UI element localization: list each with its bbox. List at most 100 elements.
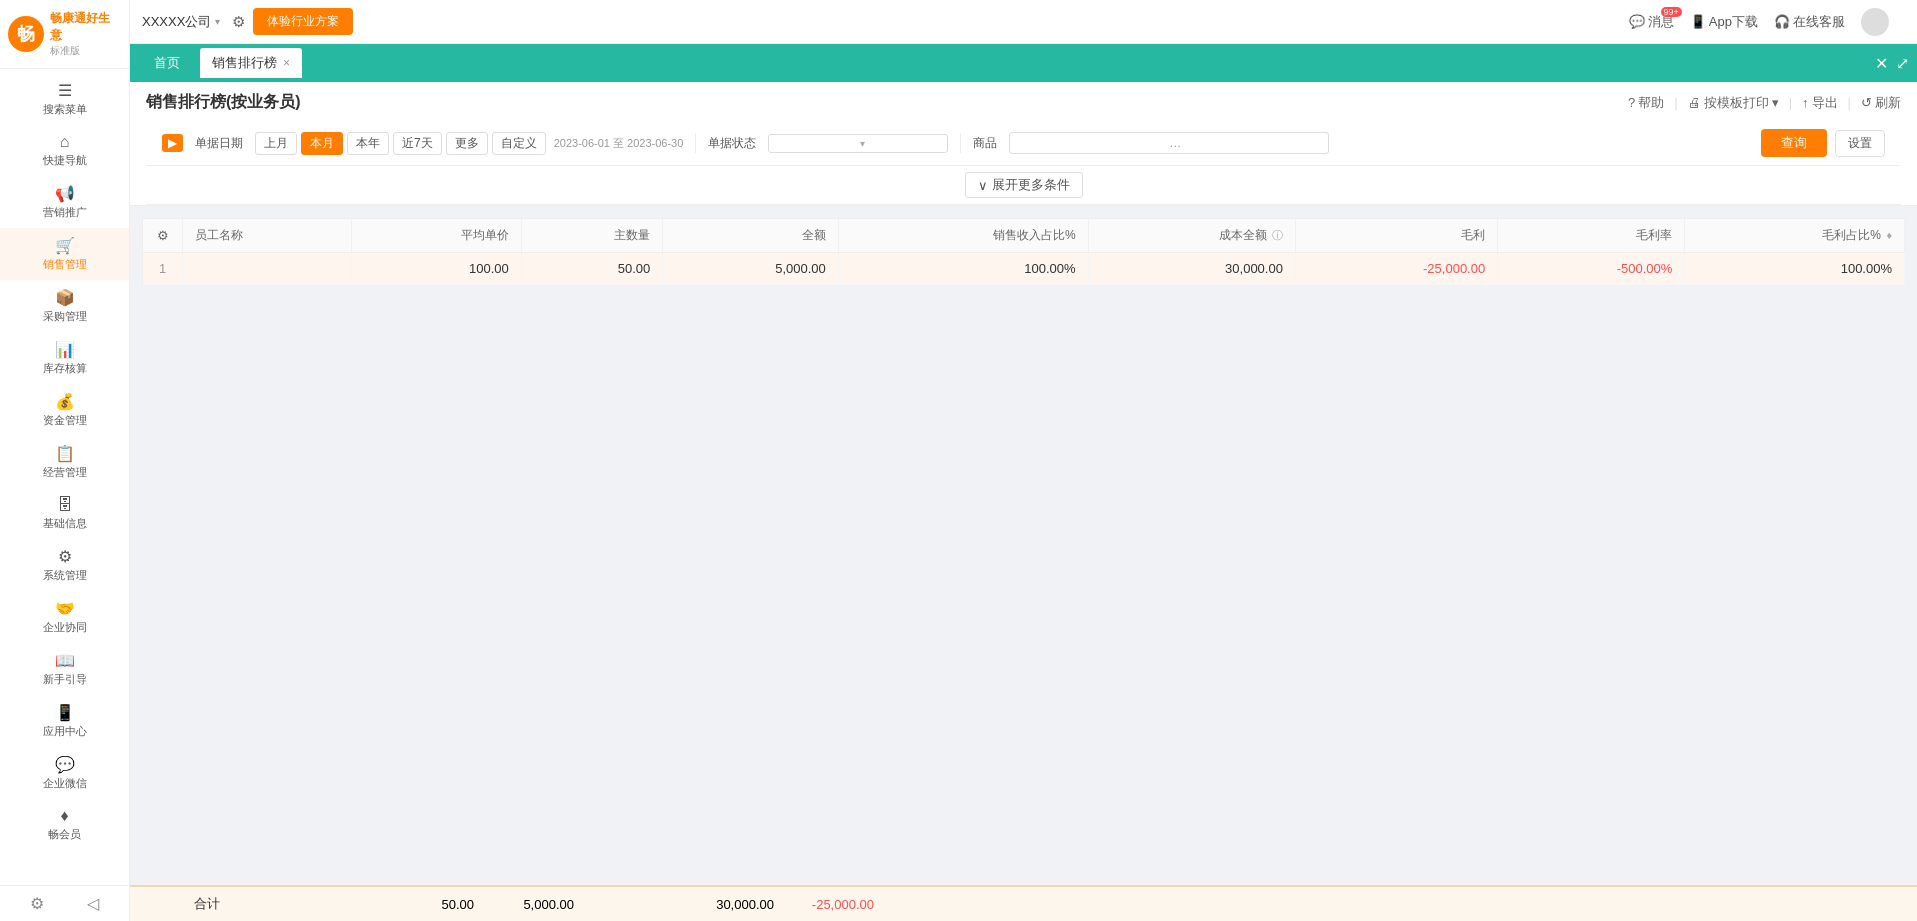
nav-icon-6: 💰	[55, 392, 75, 411]
gross-pct-info-icon[interactable]: ♦	[1886, 229, 1892, 241]
sidebar-item-13[interactable]: 💬企业微信	[0, 747, 129, 799]
date-btn-current-month[interactable]: 本月	[301, 132, 343, 155]
nav-icon-0: ☰	[58, 81, 72, 100]
nav-label-10: 企业协同	[43, 620, 87, 635]
cell-rank: 1	[143, 253, 183, 285]
nav-label-13: 企业微信	[43, 776, 87, 791]
nav-label-3: 销售管理	[43, 257, 87, 272]
topbar-gear-icon[interactable]: ⚙	[232, 13, 245, 31]
avatar[interactable]	[1861, 8, 1889, 36]
date-btn-more[interactable]: 更多	[446, 132, 488, 155]
tabbar: 首页 销售排行榜 × ✕ ⤢	[130, 44, 1917, 82]
nav-label-11: 新手引导	[43, 672, 87, 687]
refresh-link[interactable]: ↺ 刷新	[1861, 94, 1901, 112]
tab-sales-ranking[interactable]: 销售排行榜 ×	[200, 48, 302, 78]
filter-separator	[695, 133, 696, 153]
date-btn-last-month[interactable]: 上月	[255, 132, 297, 155]
tab-home[interactable]: 首页	[138, 44, 196, 82]
expand-more-button[interactable]: ∨ 展开更多条件	[965, 172, 1083, 198]
nav-icon-12: 📱	[55, 703, 75, 722]
tabbar-right: ✕ ⤢	[1875, 54, 1909, 73]
nav-icon-2: 📢	[55, 184, 75, 203]
table-body: 1 100.00 50.00 5,000.00 100.00% 30,000.0…	[143, 253, 1905, 285]
export-link[interactable]: ↑ 导出	[1802, 94, 1838, 112]
filter-separator-2	[960, 133, 961, 153]
cell-gross-pct: 100.00%	[1685, 253, 1905, 285]
col-settings[interactable]: ⚙	[143, 219, 183, 253]
nav-label-0: 搜索菜单	[43, 102, 87, 117]
tab-close-all-icon[interactable]: ✕	[1875, 54, 1888, 73]
sidebar-item-6[interactable]: 💰资金管理	[0, 384, 129, 436]
cost-info-icon[interactable]: ⓘ	[1272, 229, 1283, 241]
sidebar-footer: ⚙ ◁	[0, 885, 129, 921]
col-qty: 主数量	[521, 219, 663, 253]
goods-select[interactable]: …	[1009, 132, 1329, 154]
sidebar-item-4[interactable]: 📦 采购管理	[0, 280, 129, 332]
date-btn-current-year[interactable]: 本年	[347, 132, 389, 155]
company-selector[interactable]: XXXXX公司 ▾	[142, 13, 220, 31]
tab-expand-icon[interactable]: ⤢	[1896, 54, 1909, 73]
col-settings-icon[interactable]: ⚙	[157, 228, 169, 243]
sidebar-logo: 畅 畅康通好生意 标准版	[0, 0, 129, 69]
status-select[interactable]: ▾	[768, 134, 948, 153]
sidebar-item-14[interactable]: ♦ 畅会员	[0, 799, 129, 850]
cell-gross: -25,000.00	[1295, 253, 1497, 285]
nav-icon-3: 🛒	[55, 236, 75, 255]
export-icon: ↑	[1802, 95, 1809, 110]
col-total: 全额	[663, 219, 838, 253]
sidebar-item-2[interactable]: 📢营销推广	[0, 176, 129, 228]
sidebar-item-0[interactable]: ☰ 搜索菜单	[0, 73, 129, 125]
sidebar-item-10[interactable]: 🤝企业协同	[0, 591, 129, 643]
total-cost: 30,000.00	[674, 897, 774, 912]
refresh-icon: ↺	[1861, 95, 1872, 110]
sidebar-item-12[interactable]: 📱应用中心	[0, 695, 129, 747]
nav-label-4: 采购管理	[43, 309, 87, 324]
sidebar-item-11[interactable]: 📖新手引导	[0, 643, 129, 695]
expand-row: ∨ 展开更多条件	[146, 166, 1901, 205]
goods-dots-icon[interactable]: …	[1169, 136, 1320, 150]
query-button[interactable]: 查询	[1761, 129, 1827, 157]
download-icon: 📱	[1690, 14, 1706, 29]
nav-icon-4: 📦	[55, 288, 75, 307]
cell-revenue-pct: 100.00%	[838, 253, 1088, 285]
nav-icon-14: ♦	[60, 807, 68, 825]
filter-toggle-icon[interactable]: ▶	[162, 134, 183, 152]
date-range-display: 2023-06-01 至 2023-06-30	[554, 136, 684, 151]
page-title-row: 销售排行榜(按业务员) ? 帮助 | 🖨 按模板打印 ▾ | ↑	[146, 92, 1901, 113]
nav-icon-9: ⚙	[58, 547, 72, 566]
main-area: XXXXX公司 ▾ ⚙ 体验行业方案 💬 消息 99+ 📱 App下载 🎧 在线…	[130, 0, 1917, 921]
col-cost: 成本全额 ⓘ	[1088, 219, 1295, 253]
settings-button[interactable]: 设置	[1835, 130, 1885, 157]
sidebar-nav: ☰ 搜索菜单 ⌂快捷导航📢营销推广 🛒 销售管理 📦 采购管理 📊库存核算💰资金管理📋经营管理…	[0, 69, 129, 885]
sidebar-item-8[interactable]: 🗄基础信息	[0, 488, 129, 539]
collapse-icon[interactable]: ◁	[87, 894, 99, 913]
date-label: 单据日期	[195, 135, 243, 152]
goods-label: 商品	[973, 135, 997, 152]
cell-total: 5,000.00	[663, 253, 838, 285]
help-link[interactable]: ? 帮助	[1628, 94, 1664, 112]
nav-icon-5: 📊	[55, 340, 75, 359]
settings-footer-icon[interactable]: ⚙	[30, 894, 44, 913]
nav-label-14: 畅会员	[48, 827, 81, 842]
online-service-item[interactable]: 🎧 在线客服	[1774, 13, 1845, 31]
sidebar-item-1[interactable]: ⌂快捷导航	[0, 125, 129, 176]
col-gross-rate: 毛利率	[1498, 219, 1685, 253]
message-item[interactable]: 💬 消息 99+	[1629, 13, 1674, 31]
date-btn-custom[interactable]: 自定义	[492, 132, 546, 155]
sidebar-item-5[interactable]: 📊库存核算	[0, 332, 129, 384]
app-download-item[interactable]: 📱 App下载	[1690, 13, 1758, 31]
sidebar-item-7[interactable]: 📋经营管理	[0, 436, 129, 488]
tab-close-icon[interactable]: ×	[283, 56, 290, 70]
template-print-link[interactable]: 🖨 按模板打印 ▾	[1688, 94, 1779, 112]
header-row: ⚙ 员工名称 平均单价 主数量 全额 销售收入占比% 成本全额 ⓘ 毛利 毛利率…	[143, 219, 1905, 253]
sidebar-item-3[interactable]: 🛒 销售管理	[0, 228, 129, 280]
try-industry-button[interactable]: 体验行业方案	[253, 8, 353, 35]
filter-row: ▶ 单据日期 上月 本月 本年 近7天 更多 自定义 2023-06-01 至 …	[146, 121, 1901, 166]
topbar-right: 💬 消息 99+ 📱 App下载 🎧 在线客服	[1629, 8, 1905, 36]
total-amount: 5,000.00	[474, 897, 574, 912]
expand-label: 展开更多条件	[992, 176, 1070, 194]
col-gross-pct: 毛利占比% ♦	[1685, 219, 1905, 253]
sidebar-item-9[interactable]: ⚙系统管理	[0, 539, 129, 591]
date-btn-7days[interactable]: 近7天	[393, 132, 442, 155]
refresh-label: 刷新	[1875, 94, 1901, 112]
